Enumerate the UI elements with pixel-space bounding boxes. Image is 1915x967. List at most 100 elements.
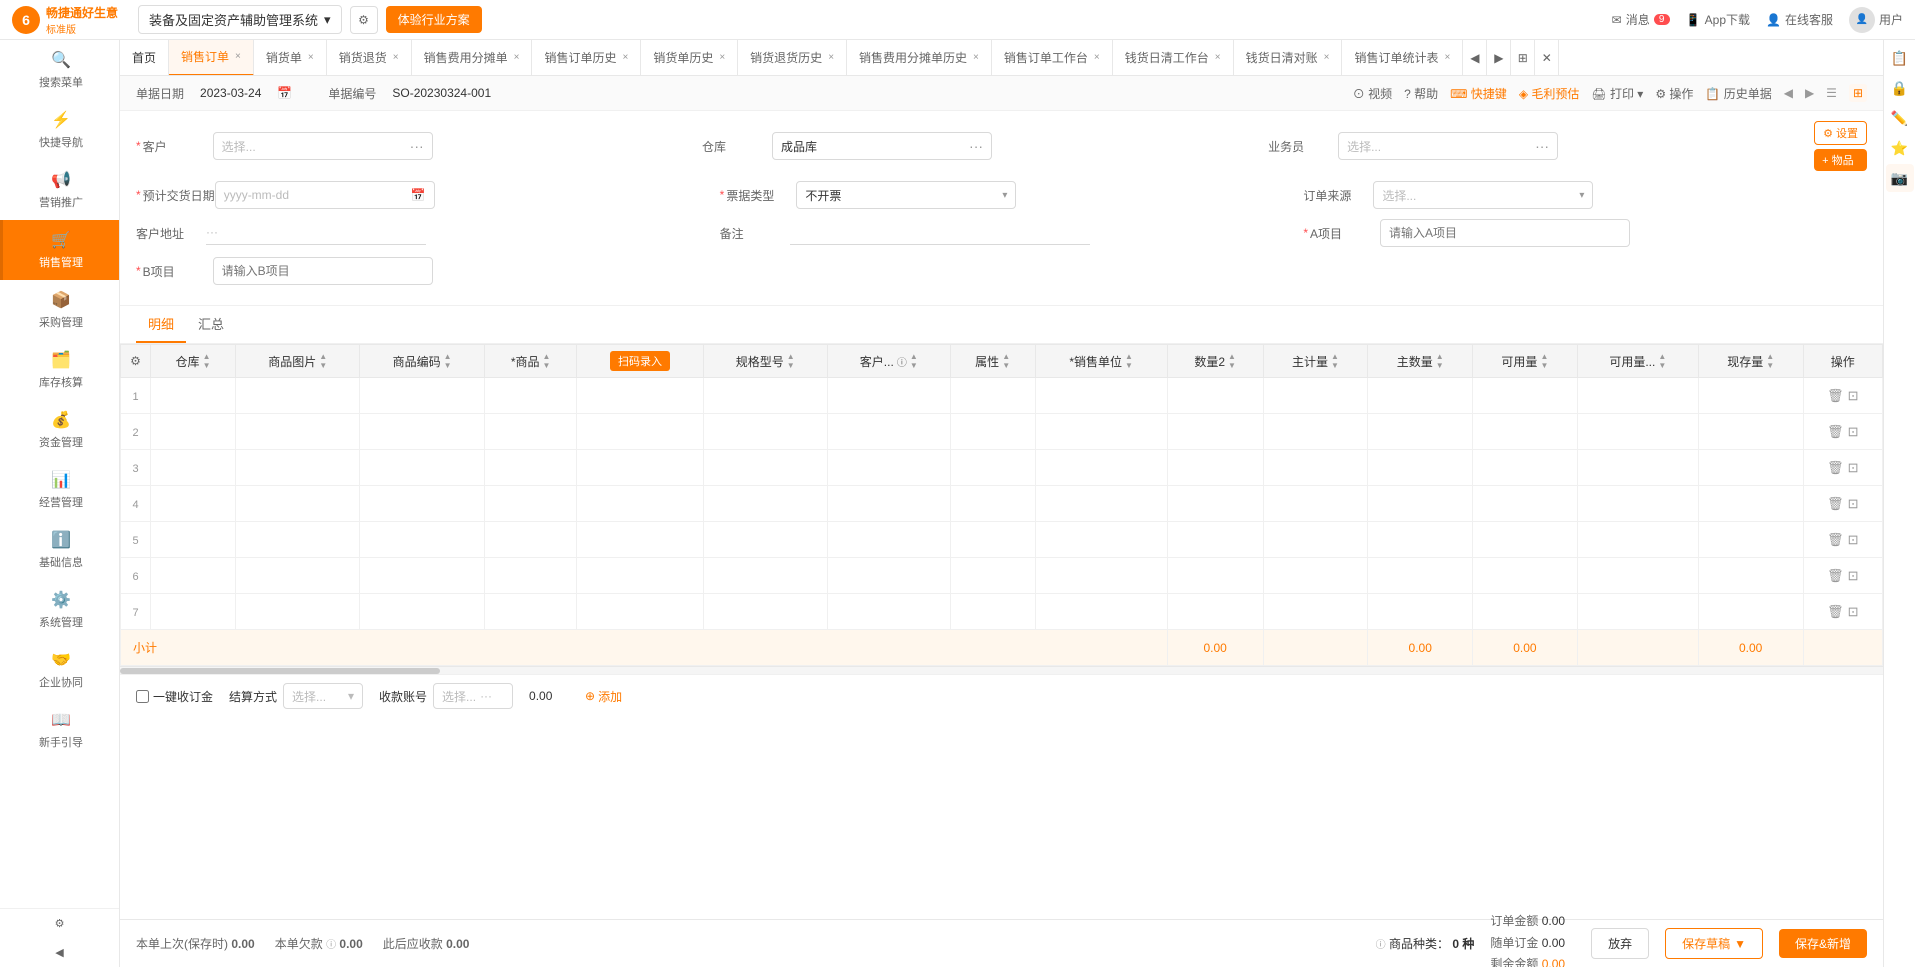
- cell-product-7[interactable]: [484, 594, 577, 630]
- shortcut-button[interactable]: ⌨ 快捷键: [1450, 85, 1507, 102]
- sidebar-item-search[interactable]: 🔍 搜索菜单: [0, 40, 119, 100]
- sidebar-item-purchase[interactable]: 📦 采购管理: [0, 280, 119, 340]
- cell-code-6[interactable]: [360, 558, 484, 594]
- cell-stock-3[interactable]: [1698, 450, 1803, 486]
- delete-row-5-icon[interactable]: 🗑: [1827, 532, 1844, 548]
- tab-home[interactable]: 首页: [120, 40, 169, 76]
- cell-available-1[interactable]: [1473, 378, 1578, 414]
- cell-main-qty-3[interactable]: [1368, 450, 1473, 486]
- cell-available-3[interactable]: [1473, 450, 1578, 486]
- tab-order-stats[interactable]: 销售订单统计表 ×: [1342, 40, 1463, 76]
- cell-product-4[interactable]: [484, 486, 577, 522]
- tab-close-sales-return[interactable]: ×: [393, 52, 399, 63]
- grid-view-icon[interactable]: ⊞: [1849, 84, 1867, 102]
- cell-customer-code-7[interactable]: [827, 594, 950, 630]
- help-button[interactable]: ? 帮助: [1404, 85, 1438, 102]
- cell-stock-6[interactable]: [1698, 558, 1803, 594]
- invoice-type-input[interactable]: 不开票 ▾: [796, 181, 1016, 209]
- list-view-icon[interactable]: ☰: [1826, 86, 1837, 100]
- cell-code-2[interactable]: [360, 414, 484, 450]
- cell-image-5[interactable]: [236, 522, 360, 558]
- cell-main-qty-1[interactable]: [1368, 378, 1473, 414]
- cell-qty2-1[interactable]: [1167, 378, 1263, 414]
- save-draft-button[interactable]: 保存草稿 ▼: [1665, 928, 1763, 959]
- tab-daily-reconcile[interactable]: 钱货日清对账 ×: [1234, 40, 1343, 76]
- cell-scan-5[interactable]: [577, 522, 703, 558]
- settings-button[interactable]: ⚙: [350, 6, 378, 34]
- tab-close-order-stats[interactable]: ×: [1444, 52, 1450, 63]
- cell-code-3[interactable]: [360, 450, 484, 486]
- profit-forecast-button[interactable]: ◈ 毛利预估: [1519, 85, 1580, 102]
- right-sidebar-star-icon[interactable]: ⭐: [1886, 134, 1914, 162]
- payment-method-input[interactable]: 选择... ▾: [283, 683, 363, 709]
- cell-qty2-4[interactable]: [1167, 486, 1263, 522]
- cell-image-1[interactable]: [236, 378, 360, 414]
- cell-warehouse-2[interactable]: [151, 414, 236, 450]
- scrollbar-thumb[interactable]: [120, 668, 440, 674]
- tab-order-history[interactable]: 销售订单历史 ×: [532, 40, 641, 76]
- tab-return-history[interactable]: 销货退货历史 ×: [738, 40, 847, 76]
- cell-attr-3[interactable]: [950, 450, 1035, 486]
- delete-row-1-icon[interactable]: 🗑: [1827, 388, 1844, 404]
- cell-available-5[interactable]: [1473, 522, 1578, 558]
- cell-attr-4[interactable]: [950, 486, 1035, 522]
- cell-scan-7[interactable]: [577, 594, 703, 630]
- a-project-input[interactable]: [1380, 219, 1630, 247]
- cell-customer-code-3[interactable]: [827, 450, 950, 486]
- order-source-input[interactable]: 选择... ▾: [1373, 181, 1593, 209]
- prev-record-icon[interactable]: ◀: [1784, 86, 1793, 100]
- cell-spec-4[interactable]: [703, 486, 827, 522]
- tab-detail-huizong[interactable]: 汇总: [186, 306, 236, 343]
- sidebar-item-inventory[interactable]: 🗂️ 库存核算: [0, 340, 119, 400]
- tab-close-sales-order[interactable]: ×: [235, 51, 241, 62]
- cell-warehouse-6[interactable]: [151, 558, 236, 594]
- online-service-button[interactable]: 👤 在线客服: [1766, 11, 1833, 28]
- cell-main-qty-2[interactable]: [1368, 414, 1473, 450]
- cell-code-4[interactable]: [360, 486, 484, 522]
- cell-stock-5[interactable]: [1698, 522, 1803, 558]
- tab-close-return-history[interactable]: ×: [828, 52, 834, 63]
- cell-main-unit-4[interactable]: [1263, 486, 1368, 522]
- right-sidebar-edit-icon[interactable]: ✏️: [1886, 104, 1914, 132]
- cell-image-7[interactable]: [236, 594, 360, 630]
- cell-image-2[interactable]: [236, 414, 360, 450]
- warehouse-input[interactable]: 成品库 ···: [772, 132, 992, 160]
- cell-code-7[interactable]: [360, 594, 484, 630]
- tab-close-order-history[interactable]: ×: [622, 52, 628, 63]
- cell-spec-6[interactable]: [703, 558, 827, 594]
- sidebar-item-cooperation[interactable]: 🤝 企业协同: [0, 640, 119, 700]
- cell-unit-3[interactable]: [1035, 450, 1167, 486]
- copy-row-5-icon[interactable]: ⊡: [1848, 532, 1859, 548]
- cell-main-unit-7[interactable]: [1263, 594, 1368, 630]
- copy-row-3-icon[interactable]: ⊡: [1848, 460, 1859, 476]
- cell-main-qty-5[interactable]: [1368, 522, 1473, 558]
- cell-product-1[interactable]: [484, 378, 577, 414]
- next-record-icon[interactable]: ▶: [1805, 86, 1814, 100]
- cell-scan-3[interactable]: [577, 450, 703, 486]
- tab-close-expense-history[interactable]: ×: [973, 52, 979, 63]
- tab-close-daily-workbench[interactable]: ×: [1215, 52, 1221, 63]
- cell-unit-5[interactable]: [1035, 522, 1167, 558]
- cell-customer-code-5[interactable]: [827, 522, 950, 558]
- sidebar-settings-button[interactable]: ⚙: [0, 909, 119, 938]
- delete-row-7-icon[interactable]: 🗑: [1827, 604, 1844, 620]
- cell-code-5[interactable]: [360, 522, 484, 558]
- cell-product-6[interactable]: [484, 558, 577, 594]
- copy-row-6-icon[interactable]: ⊡: [1848, 568, 1859, 584]
- cell-spec-2[interactable]: [703, 414, 827, 450]
- tab-sales-order[interactable]: 销售订单 ×: [169, 40, 254, 76]
- cell-qty2-3[interactable]: [1167, 450, 1263, 486]
- user-button[interactable]: 👤 用户: [1849, 7, 1903, 33]
- cell-available2-4[interactable]: [1577, 486, 1698, 522]
- remark-input[interactable]: [790, 221, 1090, 245]
- add-payment-button[interactable]: ⊕ 添加: [585, 688, 622, 705]
- one-click-deposit-checkbox[interactable]: 一键收订金: [136, 688, 213, 705]
- print-button[interactable]: 🖨 打印 ▾: [1591, 85, 1643, 102]
- horizontal-scrollbar[interactable]: [120, 666, 1883, 674]
- discard-button[interactable]: 放弃: [1591, 928, 1649, 959]
- b-project-input[interactable]: [213, 257, 433, 285]
- right-sidebar-lock-icon[interactable]: 🔒: [1886, 74, 1914, 102]
- cell-main-unit-2[interactable]: [1263, 414, 1368, 450]
- delivery-date-input[interactable]: yyyy-mm-dd 📅: [215, 181, 435, 209]
- calendar-icon[interactable]: 📅: [277, 86, 292, 100]
